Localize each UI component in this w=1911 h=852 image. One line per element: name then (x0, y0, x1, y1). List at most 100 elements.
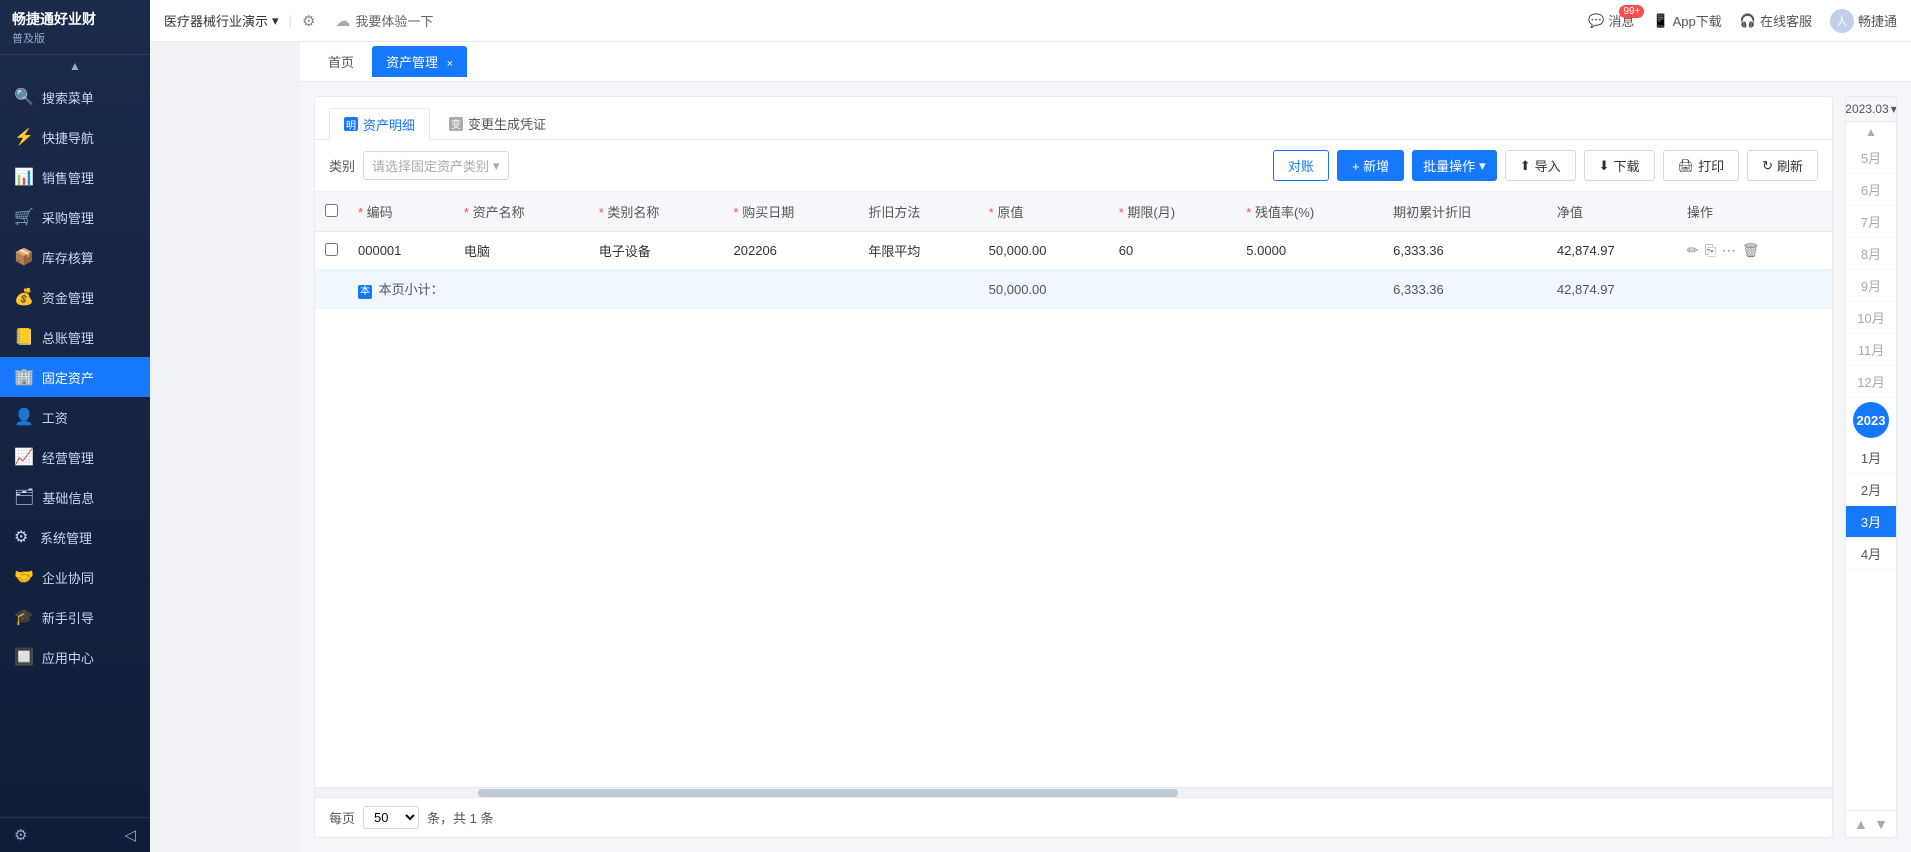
row-original-value: 50,000.00 (979, 232, 1109, 270)
basic-icon: 🗂 (14, 487, 34, 507)
calendar-month-1[interactable]: 1月 (1846, 442, 1896, 474)
refresh-button[interactable]: ↻ 刷新 (1747, 150, 1818, 181)
sidebar-item-label-funds: 资金管理 (42, 288, 94, 307)
sidebar-item-funds[interactable]: 💰 资金管理 (0, 277, 150, 317)
sub-tab-voucher[interactable]: 变 变更生成凭证 (434, 107, 561, 139)
calendar-month-11[interactable]: 11月 (1846, 334, 1896, 366)
calendar-month-4[interactable]: 4月 (1846, 538, 1896, 570)
filter-category-select[interactable]: 请选择固定资产类别 ▾ (363, 151, 509, 180)
delete-icon[interactable]: 🗑 (1742, 242, 1760, 259)
calendar-month-10[interactable]: 10月 (1846, 302, 1896, 334)
sub-tabs: 明 资产明细 变 变更生成凭证 (315, 97, 1832, 140)
sub-tab-asset-detail-icon: 明 (344, 117, 358, 131)
sidebar-item-guide[interactable]: 🎓 新手引导 (0, 597, 150, 637)
calendar-year-badge[interactable]: 2023 (1853, 402, 1889, 438)
sidebar-item-label-purchase: 采购管理 (42, 208, 94, 227)
table-scrollbar-thumb[interactable] (478, 789, 1178, 797)
row-net-value: 42,874.97 (1547, 232, 1677, 270)
table-row: 000001 电脑 电子设备 202206 年限平均 50,000.00 60 … (315, 232, 1832, 270)
th-accumulated-depreciation: 期初累计折旧 (1383, 192, 1547, 232)
more-icon[interactable]: ⋯ (1722, 242, 1736, 259)
sidebar-item-system[interactable]: ⚙ 系统管理 (0, 517, 150, 557)
sidebar-item-payroll[interactable]: 👤 工资 (0, 397, 150, 437)
sidebar-item-operations[interactable]: 📈 经营管理 (0, 437, 150, 477)
sidebar-item-label-payroll: 工资 (42, 408, 68, 427)
sidebar-item-basic[interactable]: 🗂 基础信息 (0, 477, 150, 517)
sidebar-item-fixed-assets[interactable]: 🏢 固定资产 (0, 357, 150, 397)
download-label: 下载 (1614, 156, 1640, 175)
th-name: 资产名称 (454, 192, 589, 232)
calendar-scroll-up[interactable]: ▲ (1846, 122, 1896, 142)
row-category: 电子设备 (589, 232, 724, 270)
new-button[interactable]: + 新增 (1337, 150, 1404, 181)
apps-icon: 🔲 (14, 647, 34, 667)
row-depreciation-method: 年限平均 (858, 232, 978, 270)
subtotal-row: 本 本页小计： 50,000.00 6,333.36 42,874.97 (315, 270, 1832, 309)
download-button[interactable]: ⬇ 下载 (1584, 150, 1655, 181)
sidebar-logo: 畅捷通好业财 普及版 (0, 0, 150, 55)
batch-operation-dropdown-icon: ▾ (1479, 158, 1486, 174)
sidebar-item-label-inventory: 库存核算 (42, 248, 94, 267)
per-page-select[interactable]: 50 100 200 (363, 806, 419, 829)
app-title: 畅捷通好业财 (12, 10, 96, 28)
th-actions: 操作 (1677, 192, 1832, 232)
sidebar-item-label-sales: 销售管理 (42, 168, 94, 187)
tab-asset-management[interactable]: 资产管理 × (372, 46, 467, 77)
sidebar: 畅捷通好业财 普及版 ▲ 🔍 搜索菜单 ⚡ 快捷导航 📊 销售管理 🛒 采购管理… (0, 0, 150, 852)
calendar-month-9[interactable]: 9月 (1846, 270, 1896, 302)
tab-asset-management-label: 资产管理 (386, 55, 438, 70)
row-code: 000001 (348, 232, 454, 270)
sidebar-item-search[interactable]: 🔍 搜索菜单 (0, 77, 150, 117)
calendar-down-arrow[interactable]: ▼ (1874, 816, 1888, 832)
asset-panel: 明 资产明细 变 变更生成凭证 类别 请选择固定资产类别 ▾ 对账 + 新增 (314, 96, 1833, 838)
settings-bottom-icon[interactable]: ⚙ (14, 826, 27, 844)
calendar-month-2[interactable]: 2月 (1846, 474, 1896, 506)
calendar-month-7[interactable]: 7月 (1846, 206, 1896, 238)
sidebar-item-label-system: 系统管理 (40, 528, 92, 547)
sidebar-item-apps[interactable]: 🔲 应用中心 (0, 637, 150, 677)
calendar-up-arrow[interactable]: ▲ (1854, 816, 1868, 832)
import-button[interactable]: ⬆ 导入 (1505, 150, 1576, 181)
sidebar-item-sales[interactable]: 📊 销售管理 (0, 157, 150, 197)
toolbar: 类别 请选择固定资产类别 ▾ 对账 + 新增 批量操作 ▾ ⬆ 导入 (315, 140, 1832, 192)
row-period: 60 (1109, 232, 1237, 270)
download-icon: ⬇ (1599, 158, 1610, 174)
sub-tab-asset-detail[interactable]: 明 资产明细 (329, 108, 430, 140)
calendar-month-5[interactable]: 5月 (1846, 142, 1896, 174)
row-purchase-date: 202206 (724, 232, 859, 270)
select-all-checkbox[interactable] (325, 204, 338, 217)
batch-operation-button[interactable]: 批量操作 ▾ (1412, 150, 1497, 181)
calendar-month-6[interactable]: 6月 (1846, 174, 1896, 206)
row-name: 电脑 (454, 232, 589, 270)
subtotal-label: 本 本页小计： (348, 270, 979, 309)
collapse-icon[interactable]: ◁ (124, 826, 136, 844)
sidebar-scroll-up[interactable]: ▲ (0, 55, 150, 77)
sidebar-item-quicknav[interactable]: ⚡ 快捷导航 (0, 117, 150, 157)
calendar-month-12[interactable]: 12月 (1846, 366, 1896, 398)
asset-table: 编码 资产名称 类别名称 购买日期 折旧方法 原值 期限(月) 残值率(%) 期… (315, 192, 1832, 309)
calendar-month-8[interactable]: 8月 (1846, 238, 1896, 270)
sub-tab-voucher-icon: 变 (449, 117, 463, 131)
fixed-assets-icon: 🏢 (14, 367, 34, 387)
calendar-header-dropdown-icon: ▾ (1891, 102, 1897, 116)
row-select-checkbox[interactable] (325, 243, 338, 256)
refresh-icon: ↻ (1762, 158, 1773, 174)
copy-icon[interactable]: ⎘ (1705, 242, 1716, 259)
edit-icon[interactable]: ✏ (1687, 242, 1699, 259)
table-scrollbar[interactable] (315, 787, 1832, 797)
sidebar-item-label-ledger: 总账管理 (42, 328, 94, 347)
sub-tab-voucher-label: 变更生成凭证 (468, 114, 546, 133)
print-button[interactable]: 🖨 打印 (1663, 150, 1740, 181)
sidebar-item-ledger[interactable]: 📒 总账管理 (0, 317, 150, 357)
sidebar-item-inventory[interactable]: 📦 库存核算 (0, 237, 150, 277)
calendar-month-3[interactable]: 3月 (1846, 506, 1896, 538)
sidebar-item-enterprise[interactable]: 🤝 企业协同 (0, 557, 150, 597)
sub-tab-asset-detail-label: 资产明细 (363, 115, 415, 134)
funds-icon: 💰 (14, 287, 34, 307)
tab-home[interactable]: 首页 (314, 46, 368, 77)
reconcile-button[interactable]: 对账 (1273, 150, 1329, 181)
filter-category-dropdown-icon: ▾ (493, 158, 500, 174)
sidebar-item-label-search: 搜索菜单 (42, 88, 94, 107)
sidebar-item-purchase[interactable]: 🛒 采购管理 (0, 197, 150, 237)
tab-asset-management-close[interactable]: × (447, 58, 453, 70)
